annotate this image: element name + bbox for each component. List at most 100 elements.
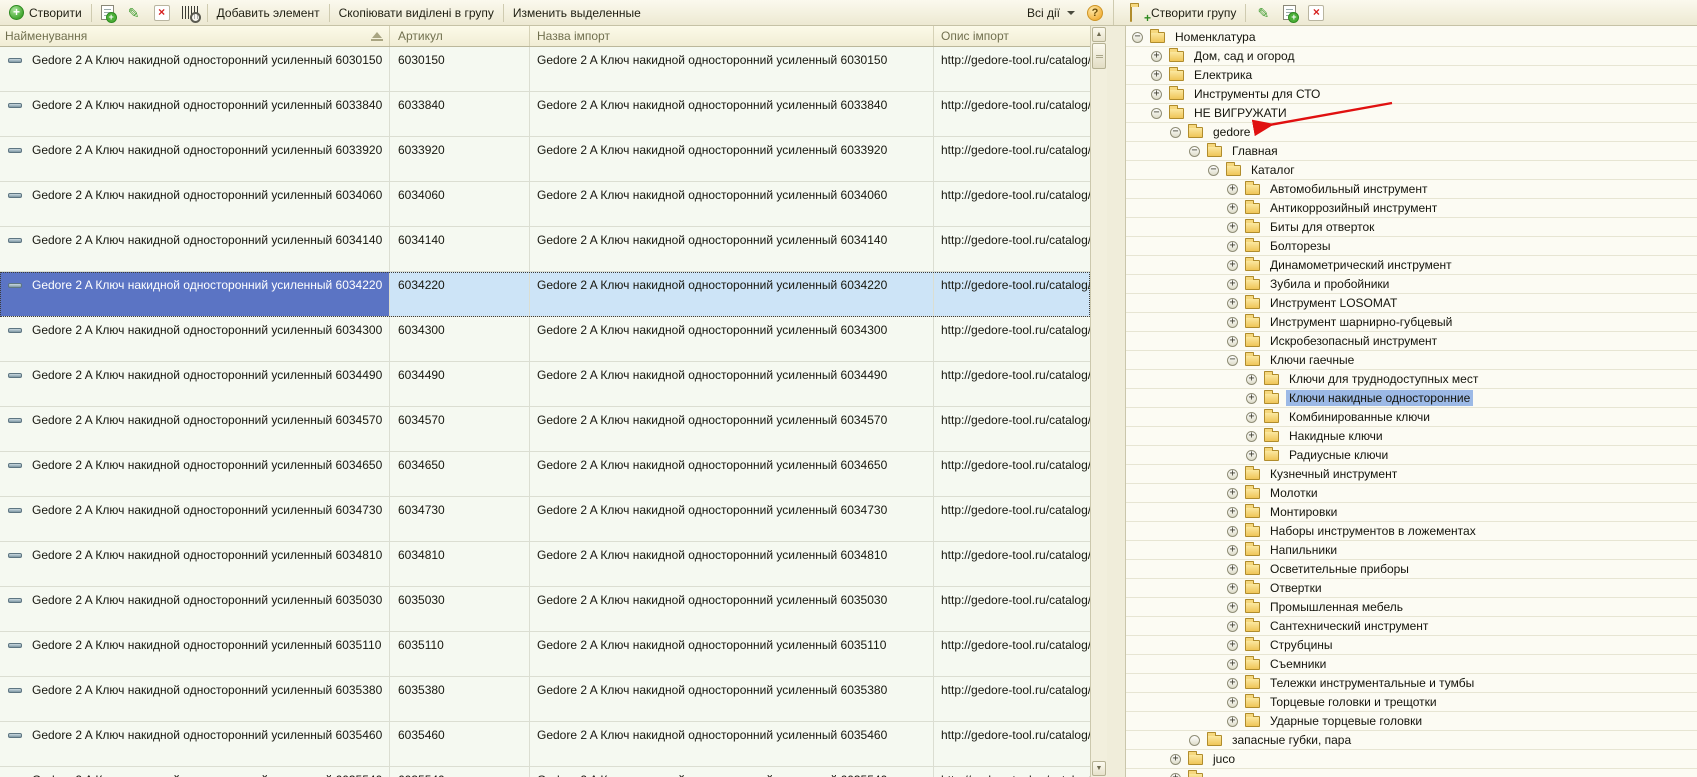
scrollbar-thumb[interactable]: [1092, 43, 1106, 69]
add-element-button[interactable]: Добавить элемент: [211, 4, 326, 22]
expander-icon[interactable]: +: [1227, 468, 1238, 480]
item-import-name[interactable]: Gedore 2 A Ключ накидной односторонний у…: [530, 182, 934, 226]
create-group-button[interactable]: + Створити групу: [1124, 4, 1242, 24]
item-import-desc[interactable]: http://gedore-tool.ru/catalog/d...: [934, 362, 1090, 406]
item-import-name[interactable]: Gedore 2 A Ключ накидной односторонний у…: [530, 407, 934, 451]
column-header-name[interactable]: Найменування: [0, 26, 390, 46]
item-sku[interactable]: 6034810: [390, 542, 530, 586]
cell-name[interactable]: Gedore 2 A Ключ накидной односторонний у…: [0, 497, 390, 541]
item-import-desc[interactable]: http://gedore-tool.ru/catalog/d...: [934, 227, 1090, 271]
tree-item[interactable]: − Номенклатура: [1126, 28, 1697, 47]
expander-icon[interactable]: +: [1227, 240, 1238, 252]
tree-item[interactable]: + Инструменты для СТО: [1126, 85, 1697, 104]
expander-icon[interactable]: +: [1246, 373, 1257, 385]
tree-item[interactable]: + Сантехнический инструмент: [1126, 617, 1697, 636]
expander-icon[interactable]: +: [1227, 544, 1238, 556]
table-row[interactable]: Gedore 2 A Ключ накидной односторонний у…: [0, 632, 1090, 677]
item-import-desc[interactable]: http://gedore-tool.ru/catalog/d...: [934, 677, 1090, 721]
table-row[interactable]: Gedore 2 A Ключ накидной односторонний у…: [0, 542, 1090, 587]
expander-icon[interactable]: +: [1227, 259, 1238, 271]
tree-item[interactable]: + Ударные торцевые головки: [1126, 712, 1697, 731]
item-import-desc[interactable]: http://gedore-tool.ru/catalog/d...: [934, 722, 1090, 766]
item-import-desc[interactable]: http://gedore-tool.ru/catalog/d...: [934, 272, 1090, 316]
item-import-name[interactable]: Gedore 2 A Ключ накидной односторонний у…: [530, 497, 934, 541]
item-sku[interactable]: 6034730: [390, 497, 530, 541]
table-row[interactable]: Gedore 2 A Ключ накидной односторонний у…: [0, 452, 1090, 497]
table-scrollbar[interactable]: ▲ ▼: [1090, 26, 1107, 777]
item-sku[interactable]: 6035460: [390, 722, 530, 766]
cell-name[interactable]: Gedore 2 A Ключ накидной односторонний у…: [0, 722, 390, 766]
expander-icon[interactable]: +: [1227, 278, 1238, 290]
item-import-name[interactable]: Gedore 2 A Ключ накидной односторонний у…: [530, 317, 934, 361]
item-import-desc[interactable]: http://gedore-tool.ru/catalog/d...: [934, 92, 1090, 136]
tree-item[interactable]: + Монтировки: [1126, 503, 1697, 522]
expander-icon[interactable]: −: [1227, 354, 1238, 366]
edit-selected-button[interactable]: Изменить выделенные: [507, 4, 647, 22]
create-button[interactable]: + Створити: [3, 3, 88, 22]
expander-icon[interactable]: −: [1189, 145, 1200, 157]
expander-icon[interactable]: −: [1170, 126, 1181, 138]
tree-item[interactable]: + Инструмент LOSOMAT: [1126, 294, 1697, 313]
tree-item[interactable]: + Зубила и пробойники: [1126, 275, 1697, 294]
tree-item[interactable]: + Накидные ключи: [1126, 427, 1697, 446]
expander-icon[interactable]: +: [1227, 335, 1238, 347]
item-import-desc[interactable]: http://gedore-tool.ru/catalog/d...: [934, 542, 1090, 586]
tree-item[interactable]: + Антикоррозийный инструмент: [1126, 199, 1697, 218]
item-sku[interactable]: 6033840: [390, 92, 530, 136]
item-import-desc[interactable]: http://gedore-tool.ru/catalog/d...: [934, 407, 1090, 451]
tree-item[interactable]: + Електрика: [1126, 66, 1697, 85]
table-row[interactable]: Gedore 2 A Ключ накидной односторонний у…: [0, 92, 1090, 137]
tree-item[interactable]: + Ключи для труднодоступных мест: [1126, 370, 1697, 389]
tree-item[interactable]: + Дом, сад и огород: [1126, 47, 1697, 66]
scroll-up-button[interactable]: ▲: [1092, 27, 1106, 42]
item-sku[interactable]: 6033920: [390, 137, 530, 181]
tree-item[interactable]: + Молотки: [1126, 484, 1697, 503]
expander-icon[interactable]: +: [1227, 525, 1238, 537]
copy-item-button[interactable]: [95, 3, 120, 23]
expander-icon[interactable]: +: [1227, 639, 1238, 651]
tree-item[interactable]: − Каталог: [1126, 161, 1697, 180]
item-import-name[interactable]: Gedore 2 A Ключ накидной односторонний у…: [530, 227, 934, 271]
item-import-name[interactable]: Gedore 2 A Ключ накидной односторонний у…: [530, 722, 934, 766]
expander-icon[interactable]: +: [1227, 601, 1238, 613]
tree-item[interactable]: + Промышленная мебель: [1126, 598, 1697, 617]
tree-item[interactable]: + Автомобильный инструмент: [1126, 180, 1697, 199]
item-import-desc[interactable]: http://gedore-tool.ru/catalog/d...: [934, 587, 1090, 631]
item-sku[interactable]: 6034060: [390, 182, 530, 226]
tree-item[interactable]: − Ключи гаечные: [1126, 351, 1697, 370]
expander-icon[interactable]: +: [1227, 202, 1238, 214]
item-import-desc[interactable]: http://gedore-tool.ru/catalog/d...: [934, 452, 1090, 496]
item-import-desc[interactable]: http://gedore-tool.ru/catalog/d...: [934, 632, 1090, 676]
cell-name[interactable]: Gedore 2 A Ключ накидной односторонний у…: [0, 137, 390, 181]
tree-item[interactable]: + Инструмент шарнирно-губцевый: [1126, 313, 1697, 332]
cell-name[interactable]: Gedore 2 A Ключ накидной односторонний у…: [0, 632, 390, 676]
item-sku[interactable]: 6034220: [390, 272, 530, 316]
expander-icon[interactable]: +: [1227, 677, 1238, 689]
tree-item[interactable]: + Напильники: [1126, 541, 1697, 560]
item-import-desc[interactable]: http://gedore-tool.ru/catalog/d...: [934, 497, 1090, 541]
tree-item[interactable]: − gedore: [1126, 123, 1697, 142]
expander-icon[interactable]: +: [1246, 392, 1257, 404]
table-row[interactable]: Gedore 2 A Ключ накидной односторонний у…: [0, 317, 1090, 362]
expander-icon[interactable]: +: [1227, 696, 1238, 708]
table-row[interactable]: Gedore 2 A Ключ накидной односторонний у…: [0, 407, 1090, 452]
cell-name[interactable]: Gedore 2 A Ключ накидной односторонний у…: [0, 452, 390, 496]
tree-item[interactable]: + Тележки инструментальные и тумбы: [1126, 674, 1697, 693]
all-actions-button[interactable]: Всі дії: [1021, 4, 1081, 22]
tree-item[interactable]: + Радиусные ключи: [1126, 446, 1697, 465]
copy-group-button[interactable]: [1277, 3, 1302, 23]
expander-icon[interactable]: +: [1227, 487, 1238, 499]
expander-icon[interactable]: +: [1227, 506, 1238, 518]
expander-icon[interactable]: +: [1151, 50, 1162, 62]
table-row[interactable]: Gedore 2 A Ключ накидной односторонний у…: [0, 137, 1090, 182]
column-header-import-name[interactable]: Назва імпорт: [530, 26, 934, 46]
tree-item[interactable]: + Отвертки: [1126, 579, 1697, 598]
cell-name[interactable]: Gedore 2 A Ключ накидной односторонний у…: [0, 362, 390, 406]
item-import-name[interactable]: Gedore 2 A Ключ накидной односторонний у…: [530, 767, 934, 777]
expander-icon[interactable]: +: [1227, 582, 1238, 594]
item-sku[interactable]: 6030150: [390, 47, 530, 91]
expander-icon[interactable]: +: [1246, 411, 1257, 423]
tree-item[interactable]: + Наборы инструментов в ложементах: [1126, 522, 1697, 541]
copy-selected-to-group-button[interactable]: Скопіювати виділені в групу: [333, 4, 500, 22]
tree-item[interactable]: +: [1126, 769, 1697, 777]
